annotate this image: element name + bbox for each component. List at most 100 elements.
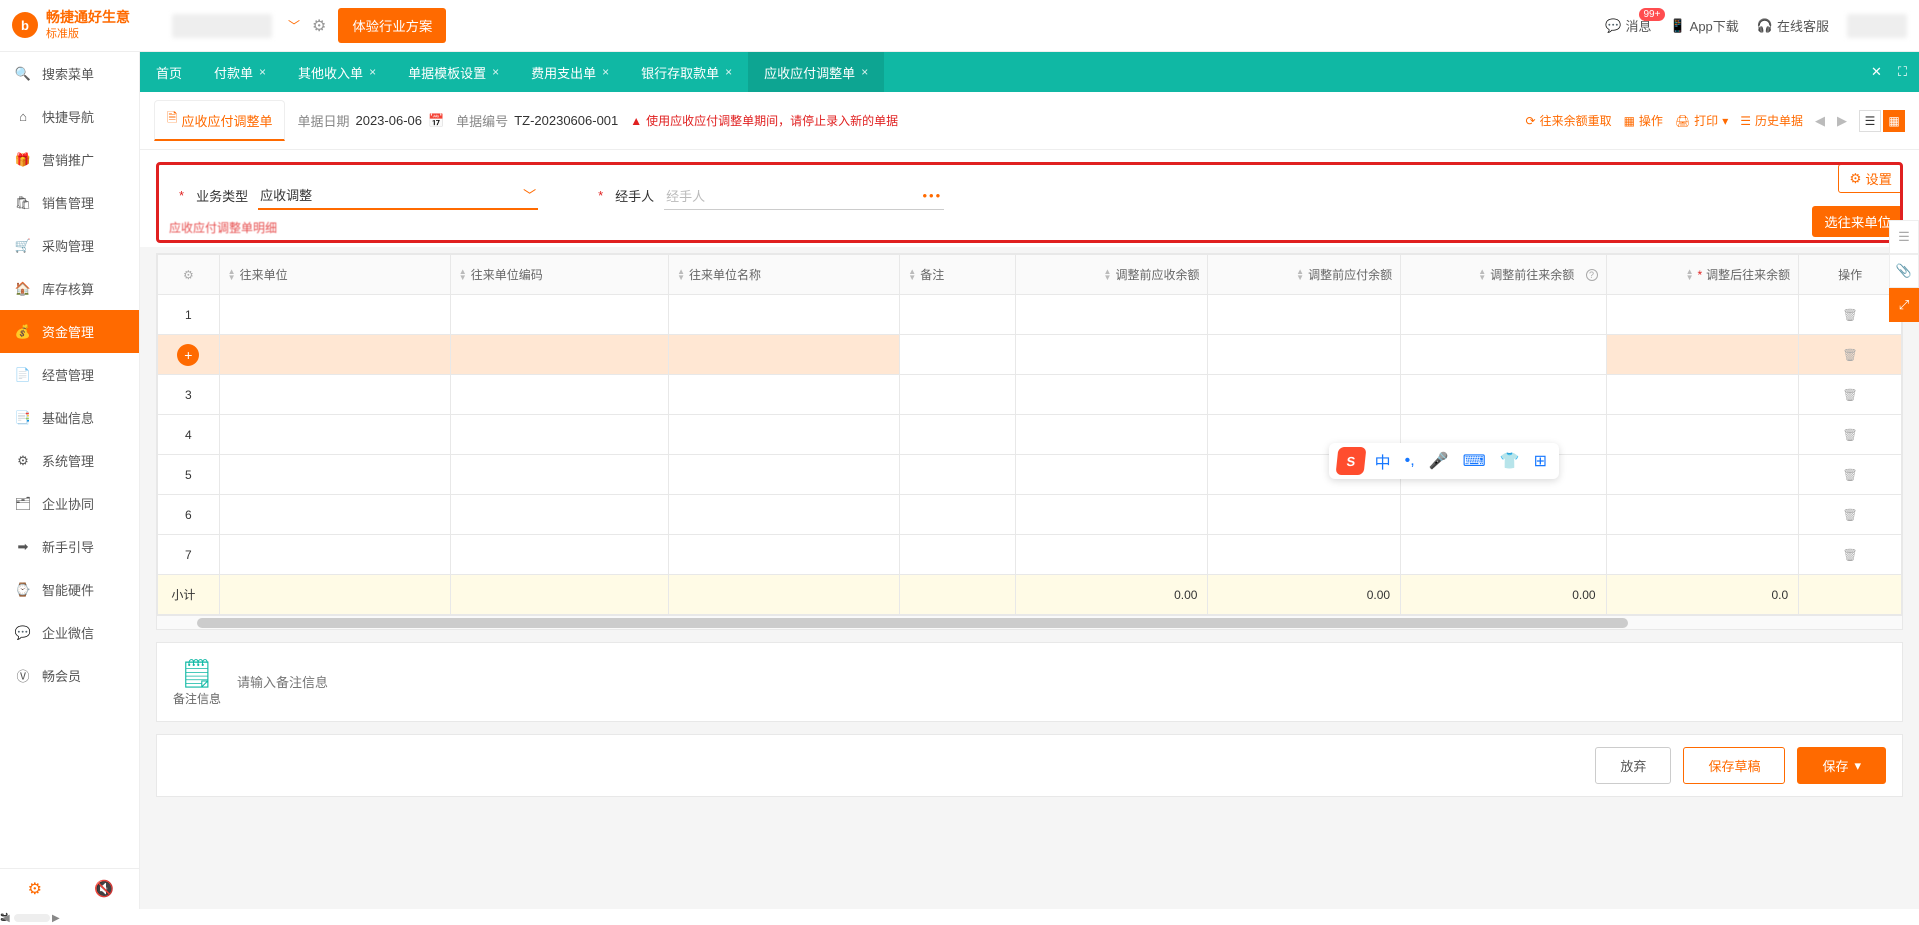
bottom-left-scrollbar[interactable]: ◀ ▶ [2,913,62,923]
business-type-select[interactable]: 应收调整 ﹀ [258,181,538,210]
ime-lang[interactable]: 中 [1371,447,1395,475]
sidebar-item-12[interactable]: ⌚智能硬件 [0,568,139,611]
scrollbar-thumb[interactable] [197,618,1628,628]
cell[interactable] [1208,335,1401,375]
cell[interactable] [450,495,668,535]
cell[interactable] [1015,335,1208,375]
sidebar-item-6[interactable]: 💰资金管理 [0,310,139,353]
cell[interactable] [219,375,450,415]
float-tool-attachment[interactable]: 📎 [1889,254,1919,288]
cell[interactable] [450,455,668,495]
table-row[interactable]: 1🗑 [158,295,1902,335]
cell[interactable] [1606,335,1799,375]
cell[interactable] [450,295,668,335]
ime-keyboard-icon[interactable]: ⌨ [1459,449,1490,473]
ime-skin-icon[interactable]: 👕 [1496,449,1524,473]
experience-button[interactable]: 体验行业方案 [338,8,446,43]
tab-1[interactable]: 付款单× [198,52,282,92]
balance-refetch-button[interactable]: ⟳往来余额重取 [1526,112,1612,129]
sort-icon[interactable]: ▲▼ [1104,269,1112,281]
cell[interactable] [219,295,450,335]
sort-icon[interactable]: ▲▼ [1686,269,1694,281]
gear-icon[interactable]: ⚙ [183,268,194,282]
operate-button[interactable]: ▦操作 [1624,112,1663,129]
sidebar-settings-button[interactable]: ⚙ [0,869,70,909]
cell[interactable] [1015,495,1208,535]
user-avatar-blurred[interactable] [1847,14,1907,38]
cell[interactable] [1606,495,1799,535]
cell[interactable] [219,455,450,495]
table-row[interactable]: 7🗑 [158,535,1902,575]
cell[interactable] [900,495,1016,535]
cell[interactable] [900,455,1016,495]
float-tool-1[interactable]: ☰ [1889,220,1919,254]
ime-toolbox-icon[interactable]: ⊞ [1530,449,1551,473]
cell[interactable] [669,335,900,375]
cell[interactable] [669,415,900,455]
cell[interactable] [219,335,450,375]
close-icon[interactable]: × [369,65,376,79]
cell[interactable] [1606,415,1799,455]
cell[interactable] [1606,455,1799,495]
next-icon[interactable]: ▶ [1837,113,1847,129]
sort-icon[interactable]: ▲▼ [228,269,236,281]
cell[interactable] [1606,535,1799,575]
close-icon[interactable]: × [861,65,868,79]
row-delete[interactable]: 🗑 [1799,375,1902,415]
sidebar-item-9[interactable]: ⚙系统管理 [0,439,139,482]
tab-3[interactable]: 单据模板设置× [392,52,515,92]
cell[interactable] [1208,375,1401,415]
float-tool-expand[interactable]: ⤢ [1889,288,1919,322]
sidebar-item-7[interactable]: 📄经营管理 [0,353,139,396]
table-row[interactable]: +🗑 [158,335,1902,375]
cell[interactable] [450,535,668,575]
app-download-link[interactable]: 📱 App下载 [1669,16,1738,35]
tab-4[interactable]: 费用支出单× [515,52,625,92]
tab-6[interactable]: 应收应付调整单× [748,52,884,92]
cell[interactable] [1401,335,1606,375]
cell[interactable] [1015,455,1208,495]
more-icon[interactable]: ••• [923,188,943,203]
cell[interactable] [900,375,1016,415]
close-icon[interactable]: × [602,65,609,79]
sort-icon[interactable]: ▲▼ [1478,269,1486,281]
cell[interactable] [900,535,1016,575]
view-grid-button[interactable]: ▦ [1883,110,1905,132]
row-delete[interactable]: 🗑 [1799,455,1902,495]
sort-icon[interactable]: ▲▼ [677,269,685,281]
cell[interactable] [1015,535,1208,575]
help-icon[interactable]: ? [1586,269,1598,281]
save-button[interactable]: 保存▾ [1797,747,1886,784]
ime-punct[interactable]: •, [1401,450,1419,472]
tabs-close-all-icon[interactable]: ✕ [1867,60,1886,84]
cell[interactable] [450,335,668,375]
row-delete[interactable]: 🗑 [1799,535,1902,575]
cell[interactable] [1208,535,1401,575]
sidebar-sound-button[interactable]: 🔇 [70,869,140,909]
cell[interactable] [450,415,668,455]
prev-icon[interactable]: ◀ [1815,113,1825,129]
cell[interactable] [1606,375,1799,415]
cell[interactable] [1401,495,1606,535]
cell[interactable] [669,495,900,535]
sidebar-item-3[interactable]: 🛍销售管理 [0,181,139,224]
cell[interactable] [669,535,900,575]
sidebar-item-8[interactable]: 📑基础信息 [0,396,139,439]
cell[interactable] [1401,535,1606,575]
save-draft-button[interactable]: 保存草稿 [1683,747,1785,784]
table-row[interactable]: 6🗑 [158,495,1902,535]
add-row-icon[interactable]: + [177,344,199,366]
cell[interactable] [669,455,900,495]
sidebar-item-14[interactable]: Ⓥ畅会员 [0,654,139,697]
row-delete[interactable]: 🗑 [1799,415,1902,455]
print-button[interactable]: 🖨打印▾ [1675,112,1728,129]
sidebar-item-4[interactable]: 🛒采购管理 [0,224,139,267]
history-button[interactable]: ☰历史单据 [1740,112,1803,129]
cell[interactable] [1401,375,1606,415]
sidebar-item-13[interactable]: 💬企业微信 [0,611,139,654]
cell[interactable] [1401,295,1606,335]
doc-date-value[interactable]: 2023-06-06 [355,113,422,128]
scroll-right-icon[interactable]: ▶ [52,913,62,923]
sort-icon[interactable]: ▲▼ [908,269,916,281]
online-service-link[interactable]: 🎧 在线客服 [1757,16,1829,35]
